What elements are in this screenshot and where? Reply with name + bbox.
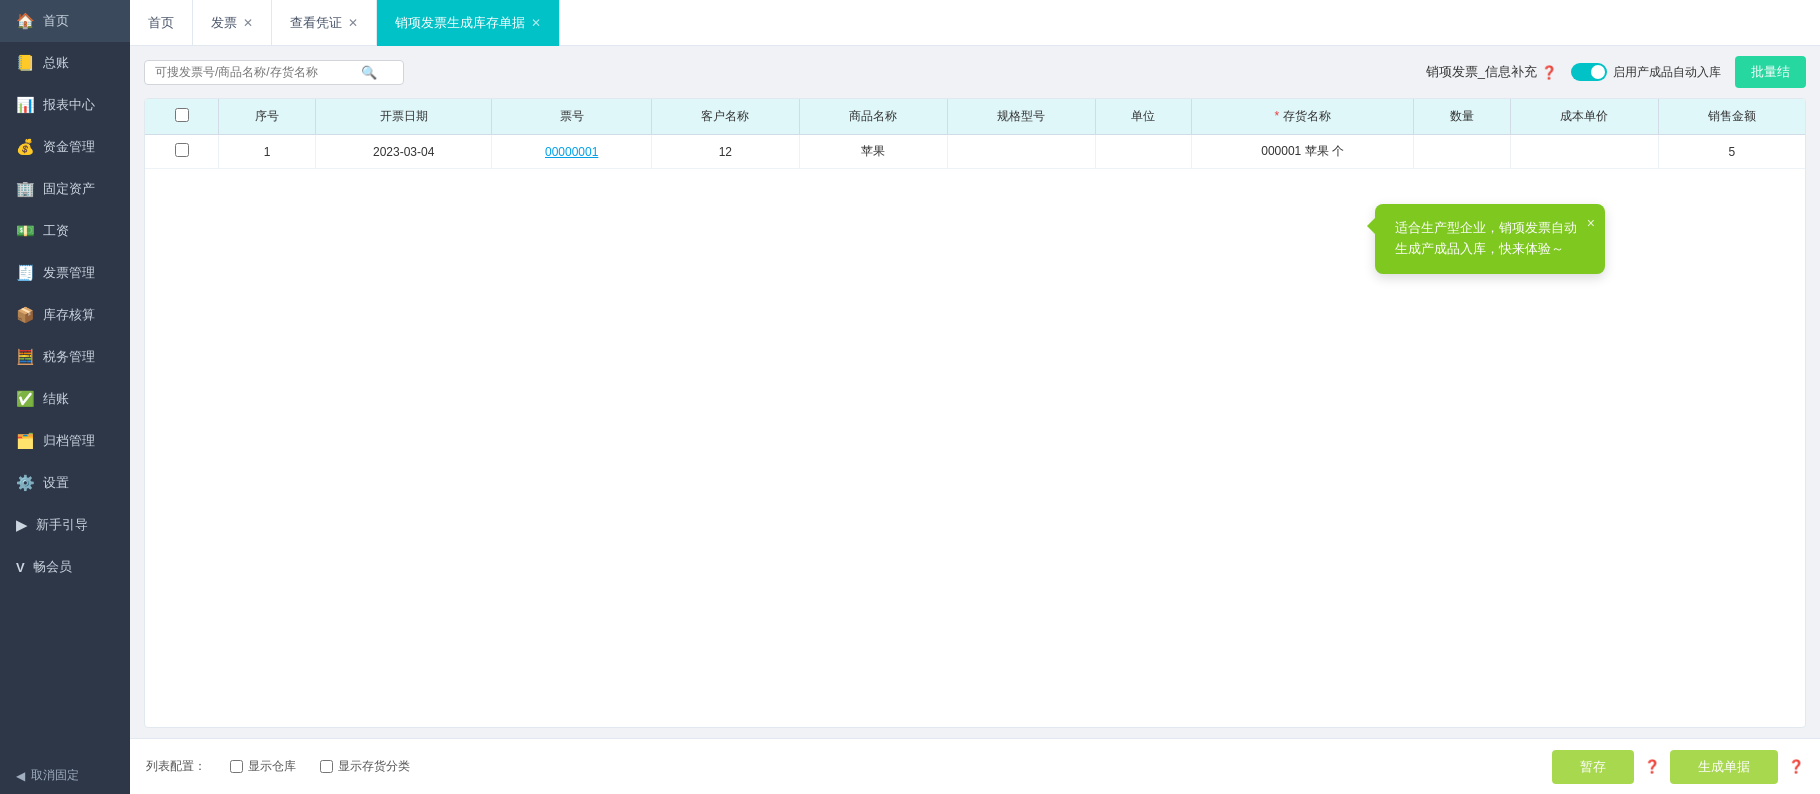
sidebar-item-member[interactable]: V 畅会员 [0,546,130,588]
sidebar-item-inventory[interactable]: 📦 库存核算 [0,294,130,336]
assets-icon: 🏢 [16,180,35,198]
toolbar-row: 🔍 销项发票_信息补充 ❓ 启用产成品自动入库 批量结 [144,56,1806,88]
sidebar-item-report[interactable]: 📊 报表中心 [0,84,130,126]
search-input[interactable] [155,65,355,79]
td-open-date: 2023-03-04 [315,135,492,169]
sidebar-item-salary[interactable]: 💵 工资 [0,210,130,252]
list-config-label: 列表配置： [146,758,206,775]
guide-icon: ▶ [16,516,28,534]
tax-icon: 🧮 [16,348,35,366]
th-inventory: * 存货名称 [1191,99,1413,135]
generate-help-icon[interactable]: ❓ [1788,759,1804,774]
toggle-wrap: 启用产成品自动入库 [1571,63,1721,81]
toggle-label: 启用产成品自动入库 [1613,64,1721,81]
td-cost-price [1510,135,1658,169]
ledger-icon: 📒 [16,54,35,72]
batch-button[interactable]: 批量结 [1735,56,1806,88]
finance-icon: 💰 [16,138,35,156]
show-warehouse-input[interactable] [230,760,243,773]
sidebar-item-assets[interactable]: 🏢 固定资产 [0,168,130,210]
td-unit [1095,135,1191,169]
bottom-actions: 暂存 ❓ 生成单据 ❓ [1552,750,1804,784]
th-customer: 客户名称 [651,99,799,135]
page-content: 🔍 销项发票_信息补充 ❓ 启用产成品自动入库 批量结 [130,46,1820,738]
search-bar[interactable]: 🔍 [144,60,404,85]
td-qty [1414,135,1510,169]
sidebar-item-settings[interactable]: ⚙️ 设置 [0,462,130,504]
show-warehouse-checkbox[interactable]: 显示仓库 [230,758,296,775]
checkout-icon: ✅ [16,390,35,408]
sidebar-item-home[interactable]: 🏠 首页 [0,0,130,42]
tab-bar: 首页 发票 ✕ 查看凭证 ✕ 销项发票生成库存单据 ✕ [130,0,1820,46]
th-spec: 规格型号 [947,99,1095,135]
th-cost-price: 成本单价 [1510,99,1658,135]
th-seq: 序号 [219,99,315,135]
toolbar-right: 销项发票_信息补充 ❓ 启用产成品自动入库 批量结 [1426,56,1806,88]
auto-warehouse-toggle[interactable] [1571,63,1607,81]
td-inventory: 000001 苹果 个 [1191,135,1413,169]
tab-home[interactable]: 首页 [130,0,193,46]
show-inventory-category-input[interactable] [320,760,333,773]
generate-button[interactable]: 生成单据 [1670,750,1778,784]
sidebar-item-finance[interactable]: 💰 资金管理 [0,126,130,168]
tooltip-text: 适合生产型企业，销项发票自动生成产成品入库，快来体验～ [1395,220,1577,256]
tab-generate-inventory[interactable]: 销项发票生成库存单据 ✕ [377,0,560,46]
td-checkbox [145,135,219,169]
bottom-bar: 列表配置： 显示仓库 显示存货分类 暂存 ❓ 生成单据 ❓ [130,738,1820,794]
info-label: 销项发票_信息补充 ❓ [1426,63,1557,81]
undo-icon: ◀ [16,769,25,783]
tooltip-close-icon[interactable]: × [1587,212,1595,234]
salary-icon: 💵 [16,222,35,240]
settings-icon: ⚙️ [16,474,35,492]
home-icon: 🏠 [16,12,35,30]
member-icon: V [16,560,25,575]
archive-icon: 🗂️ [16,432,35,450]
search-icon[interactable]: 🔍 [361,65,377,80]
report-icon: 📊 [16,96,35,114]
tab-generate-inventory-close[interactable]: ✕ [531,16,541,30]
th-product: 商品名称 [799,99,947,135]
th-qty: 数量 [1414,99,1510,135]
table-row: 1 2023-03-04 00000001 12 苹果 [145,135,1805,169]
td-ticket-no[interactable]: 00000001 [492,135,651,169]
save-help-icon[interactable]: ❓ [1644,759,1660,774]
tab-invoice[interactable]: 发票 ✕ [193,0,272,46]
th-open-date: 开票日期 [315,99,492,135]
th-ticket-no: 票号 [492,99,651,135]
sidebar-item-archive[interactable]: 🗂️ 归档管理 [0,420,130,462]
ticket-no-link[interactable]: 00000001 [545,145,598,159]
show-inventory-category-checkbox[interactable]: 显示存货分类 [320,758,410,775]
sidebar: 🏠 首页 📒 总账 📊 报表中心 💰 资金管理 🏢 固定资产 💵 工资 🧾 发票… [0,0,130,794]
td-product: 苹果 [799,135,947,169]
row-checkbox[interactable] [175,143,189,157]
table-wrap: 序号 开票日期 票号 客户名称 商品名称 [144,98,1806,728]
sidebar-item-checkout[interactable]: ✅ 结账 [0,378,130,420]
select-all-checkbox[interactable] [175,108,189,122]
sidebar-item-guide[interactable]: ▶ 新手引导 [0,504,130,546]
sidebar-item-invoice[interactable]: 🧾 发票管理 [0,252,130,294]
main-area: 首页 发票 ✕ 查看凭证 ✕ 销项发票生成库存单据 ✕ 🔍 销项发票_信息补充 … [130,0,1820,794]
inventory-icon: 📦 [16,306,35,324]
tab-invoice-close[interactable]: ✕ [243,16,253,30]
invoice-icon: 🧾 [16,264,35,282]
tooltip-popup: × 适合生产型企业，销项发票自动生成产成品入库，快来体验～ [1375,204,1605,274]
td-spec [947,135,1095,169]
tab-voucher-close[interactable]: ✕ [348,16,358,30]
td-seq: 1 [219,135,315,169]
td-customer: 12 [651,135,799,169]
th-sales-amount: 销售金额 [1658,99,1805,135]
td-sales-amount: 5 [1658,135,1805,169]
th-unit: 单位 [1095,99,1191,135]
th-checkbox [145,99,219,135]
sidebar-item-ledger[interactable]: 📒 总账 [0,42,130,84]
sidebar-item-tax[interactable]: 🧮 税务管理 [0,336,130,378]
info-help-icon[interactable]: ❓ [1541,65,1557,80]
undo-fixed[interactable]: ◀ 取消固定 [0,757,130,794]
tab-voucher[interactable]: 查看凭证 ✕ [272,0,377,46]
save-button[interactable]: 暂存 [1552,750,1634,784]
table-header-row: 序号 开票日期 票号 客户名称 商品名称 [145,99,1805,135]
data-table: 序号 开票日期 票号 客户名称 商品名称 [145,99,1805,169]
